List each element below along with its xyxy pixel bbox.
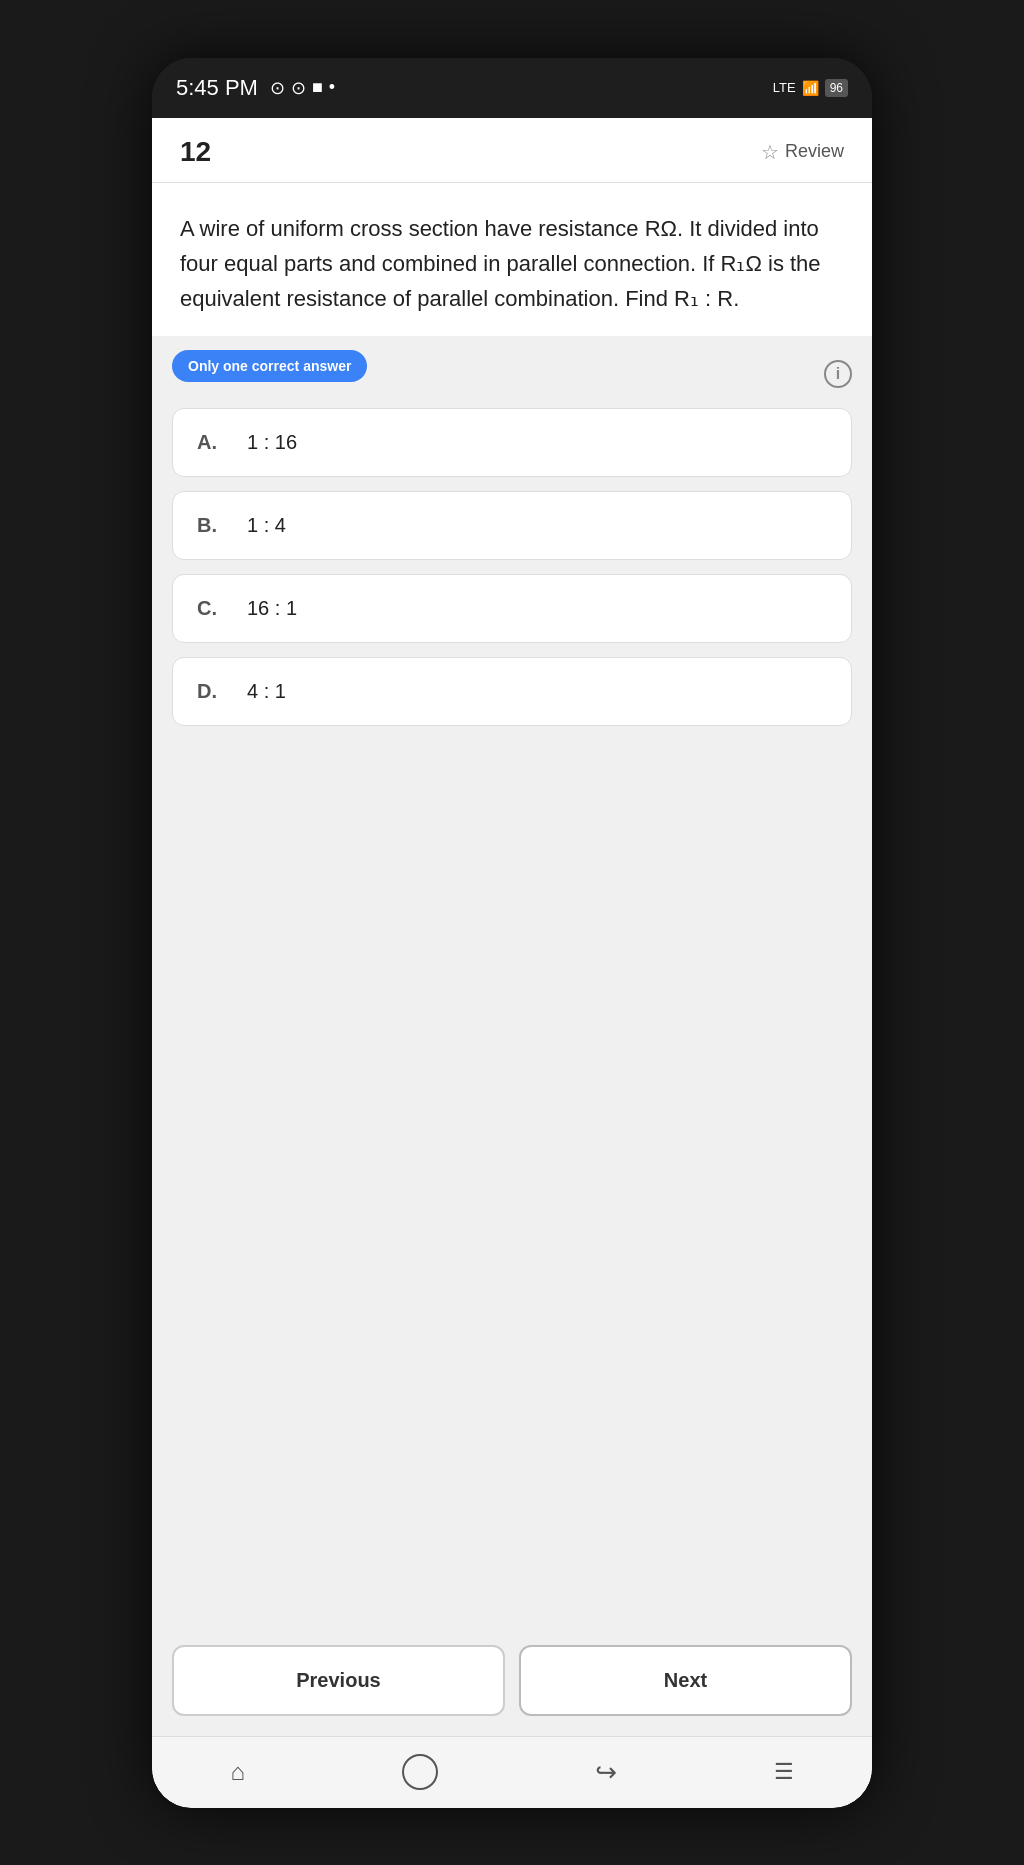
app-header: 12 ☆ Review [152,118,872,183]
option-c[interactable]: C. 16 : 1 [172,574,852,643]
option-b-label: B. [197,514,227,537]
status-icons: ⊙ ⊙ ■ • [270,77,335,99]
answer-type-label: Only one correct answer [188,358,351,374]
recent-apps-icon[interactable]: ⌂ [230,1758,245,1786]
nav-buttons: Previous Next [152,1629,872,1736]
option-a-label: A. [197,431,227,454]
status-bar: 5:45 PM ⊙ ⊙ ■ • LTE 📶 96 [152,58,872,118]
menu-icon[interactable]: ☰ [774,1759,794,1785]
alarm-icon: ⊙ [270,77,285,99]
signal-icon: 📶 [802,80,819,96]
question-number: 12 [180,136,211,168]
back-button[interactable]: ↩ [595,1757,617,1788]
answer-type-badge: Only one correct answer [172,350,367,382]
badge-info-row: Only one correct answer i [172,350,852,400]
option-d-text: 4 : 1 [247,680,286,703]
question-text: A wire of uniform cross section have res… [180,211,844,317]
dot-icon: • [329,77,335,98]
voicemail-icon: ⊙ [291,77,306,99]
phone-container: 5:45 PM ⊙ ⊙ ■ • LTE 📶 96 12 ☆ Review [152,58,872,1808]
star-icon: ☆ [761,140,779,164]
option-a-text: 1 : 16 [247,431,297,454]
option-c-label: C. [197,597,227,620]
bottom-nav: ⌂ ↩ ☰ [152,1736,872,1808]
app-content: 12 ☆ Review A wire of uniform cross sect… [152,118,872,1808]
previous-button[interactable]: Previous [172,1645,505,1716]
home-button[interactable] [402,1754,438,1790]
review-label: Review [785,141,844,162]
next-button[interactable]: Next [519,1645,852,1716]
option-d-label: D. [197,680,227,703]
answers-area: Only one correct answer i A. 1 : 16 B. 1… [152,336,872,1628]
option-c-text: 16 : 1 [247,597,297,620]
review-button[interactable]: ☆ Review [761,140,844,164]
battery-indicator: 96 [825,79,848,97]
option-a[interactable]: A. 1 : 16 [172,408,852,477]
status-left: 5:45 PM ⊙ ⊙ ■ • [176,75,335,101]
option-b[interactable]: B. 1 : 4 [172,491,852,560]
time-display: 5:45 PM [176,75,258,101]
option-b-text: 1 : 4 [247,514,286,537]
option-d[interactable]: D. 4 : 1 [172,657,852,726]
question-body: A wire of uniform cross section have res… [152,183,872,337]
info-icon[interactable]: i [824,360,852,388]
status-right: LTE 📶 96 [773,79,848,97]
record-icon: ■ [312,77,323,98]
lte-icon: LTE [773,80,796,95]
